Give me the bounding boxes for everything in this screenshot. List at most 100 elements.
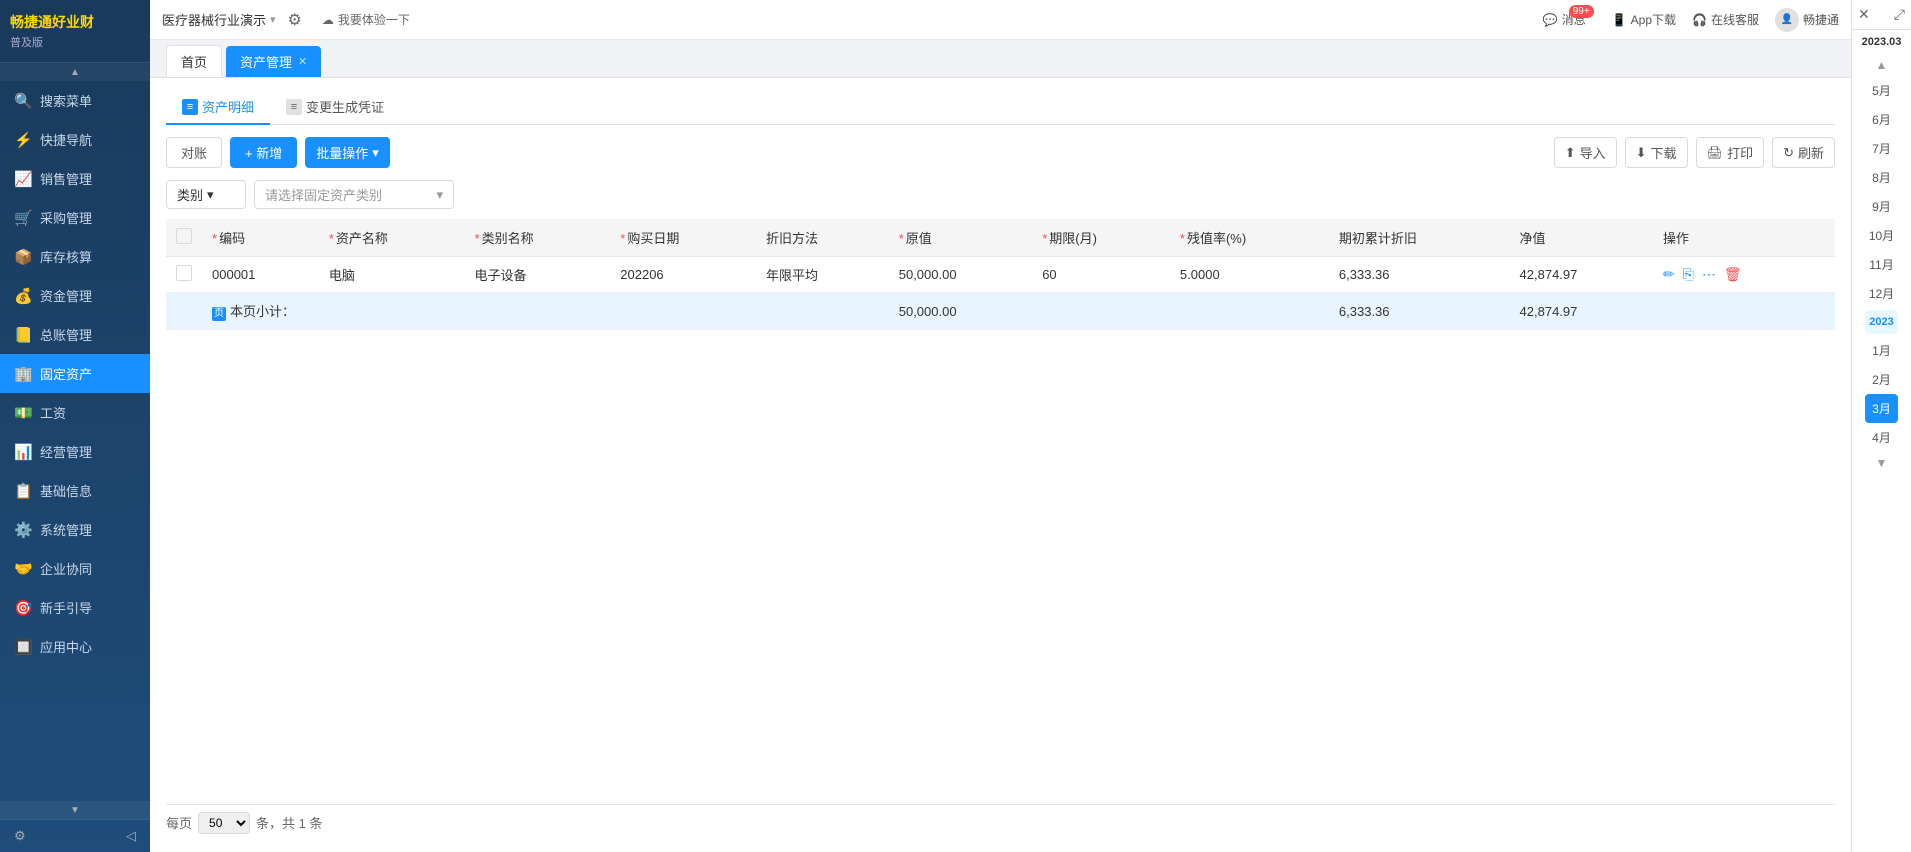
year-label: 2023.03 [1858, 30, 1906, 54]
per-page-select[interactable]: 50 100 200 [198, 812, 250, 834]
settings-icon[interactable]: ⚙ [14, 828, 26, 844]
sidebar-item-ops[interactable]: 📊经营管理 [0, 432, 150, 471]
sidebar-item-salary[interactable]: 💵工资 [0, 393, 150, 432]
subtotal-row: 页本页小计： 50,000.00 6,333.36 42,874.97 [166, 293, 1835, 330]
select-all-checkbox[interactable] [176, 228, 192, 244]
subtotal-actions [1653, 293, 1835, 330]
tab-close-asset-mgmt[interactable]: ✕ [298, 55, 307, 68]
sidebar-item-guide[interactable]: 🎯新手引导 [0, 588, 150, 627]
import-button[interactable]: ⬆ 导入 [1554, 137, 1617, 168]
quick-nav-icon: ⚡ [14, 131, 32, 149]
edit-icon[interactable]: ✏ [1663, 266, 1675, 283]
sidebar-item-search[interactable]: 🔍搜索菜单 [0, 81, 150, 120]
month-item-7月[interactable]: 7月 [1861, 134, 1901, 163]
month-item-12月[interactable]: 12月 [1861, 279, 1901, 308]
month-item-11月[interactable]: 11月 [1861, 250, 1901, 279]
cell-net-value: 42,874.97 [1510, 257, 1653, 293]
sidebar: 畅捷通好业财 普及版 ▲ 🔍搜索菜单⚡快捷导航📈销售管理🛒采购管理📦库存核算💰资… [0, 0, 150, 852]
sidebar-item-inventory[interactable]: 📦库存核算 [0, 237, 150, 276]
sidebar-item-quick-nav[interactable]: ⚡快捷导航 [0, 120, 150, 159]
refresh-icon: ↻ [1783, 145, 1794, 161]
right-panel-expand-icon[interactable]: ⤢ [1894, 6, 1905, 23]
message-button[interactable]: 💬 消息 99+ [1543, 11, 1586, 28]
sidebar-item-purchase[interactable]: 🛒采购管理 [0, 198, 150, 237]
category-filter-label: 类别 [177, 185, 203, 204]
tab-asset-mgmt[interactable]: 资产管理✕ [226, 46, 321, 77]
app-download-button[interactable]: 📱 App下载 [1612, 11, 1676, 28]
th-period: *期限(月) [1032, 219, 1170, 257]
delete-icon[interactable]: 🗑 [1724, 266, 1742, 283]
service-icon: 🎧 [1692, 13, 1707, 27]
refresh-button[interactable]: ↻ 刷新 [1772, 137, 1835, 168]
dl-icon: ⬇ [1636, 145, 1647, 161]
table-body: 000001 电脑 电子设备 202206 年限平均 50,000.00 60 … [166, 257, 1835, 330]
th-checkbox [166, 219, 202, 257]
month-item-1月[interactable]: 1月 [1861, 336, 1901, 365]
month-item-6月[interactable]: 6月 [1861, 105, 1901, 134]
right-panel-header: ✕ ⤢ [1852, 0, 1911, 30]
row-checkbox[interactable] [176, 265, 192, 281]
nav-down-arrow[interactable]: ▼ [1872, 452, 1892, 474]
sidebar-scroll-up[interactable]: ▲ [0, 63, 150, 81]
download-button[interactable]: ⬇ 下载 [1625, 137, 1688, 168]
tab-home[interactable]: 首页 [166, 45, 222, 77]
new-button[interactable]: + 新增 [230, 137, 297, 168]
month-item-8月[interactable]: 8月 [1861, 163, 1901, 192]
sidebar-item-sales[interactable]: 📈销售管理 [0, 159, 150, 198]
category-filter-select[interactable]: 类别 ▾ [166, 180, 246, 209]
copy-icon[interactable]: ⎘ [1683, 266, 1694, 283]
pagination: 每页 50 100 200 条，共 1 条 [166, 804, 1835, 840]
month-item-2月[interactable]: 2月 [1861, 365, 1901, 394]
tab-bar: 首页资产管理✕ [150, 40, 1851, 78]
cell-original-value: 50,000.00 [889, 257, 1032, 293]
sidebar-item-fixed-assets[interactable]: 🏢固定资产 [0, 354, 150, 393]
subtotal-net-value: 42,874.97 [1510, 293, 1653, 330]
experience-cloud-icon: ☁ [322, 13, 334, 27]
main-area: 医疗器械行业演示 ▾ ⚙ ☁ 我要体验一下 💬 消息 99+ 📱 App下载 🎧… [150, 0, 1851, 852]
apps-icon: 🔲 [14, 638, 32, 656]
sidebar-item-ledger[interactable]: 📒总账管理 [0, 315, 150, 354]
month-item-9月[interactable]: 9月 [1861, 192, 1901, 221]
sidebar-item-apps[interactable]: 🔲应用中心 [0, 627, 150, 666]
th-residual-rate: *残值率(%) [1170, 219, 1329, 257]
cell-category: 电子设备 [465, 257, 611, 293]
month-item-5月[interactable]: 5月 [1861, 76, 1901, 105]
filter-input-arrow: ▾ [436, 187, 443, 203]
category-filter-input[interactable]: 请选择固定资产类别 ▾ [254, 180, 454, 209]
import-icon: ⬆ [1565, 145, 1576, 161]
asset-table: *编码 *资产名称 *类别名称 *购买日期 折旧方法 *原值 *期限(月) *残… [166, 219, 1835, 330]
collapse-icon[interactable]: ◁ [126, 828, 136, 844]
month-item-3月[interactable]: 3月 [1865, 394, 1897, 423]
fixed-assets-icon: 🏢 [14, 365, 32, 383]
topbar-experience[interactable]: ☁ 我要体验一下 [322, 11, 410, 28]
company-dropdown-arrow[interactable]: ▾ [270, 13, 276, 26]
user-menu[interactable]: 👤 畅捷通 [1775, 8, 1839, 32]
sub-tab-asset-detail[interactable]: ≡资产明细 [166, 90, 270, 125]
topbar-settings-icon[interactable]: ⚙ [288, 10, 302, 30]
year-2023-label: 2023 [1865, 310, 1897, 334]
logo-title: 畅捷通好业财 [10, 12, 140, 32]
username: 畅捷通 [1803, 11, 1839, 28]
nav-up-arrow[interactable]: ▲ [1872, 54, 1892, 76]
per-page-label: 每页 [166, 813, 192, 832]
sidebar-scroll-down[interactable]: ▼ [0, 801, 150, 819]
sidebar-item-corp[interactable]: 🤝企业协同 [0, 549, 150, 588]
more-icon[interactable]: ⋯ [1702, 266, 1716, 283]
sidebar-item-capital[interactable]: 💰资金管理 [0, 276, 150, 315]
month-item-10月[interactable]: 10月 [1861, 221, 1901, 250]
online-service-button[interactable]: 🎧 在线客服 [1692, 11, 1759, 28]
cell-actions: ✏ ⎘ ⋯ 🗑 [1653, 257, 1835, 293]
sidebar-nav: 🔍搜索菜单⚡快捷导航📈销售管理🛒采购管理📦库存核算💰资金管理📒总账管理🏢固定资产… [0, 81, 150, 801]
change-voucher-icon: ≡ [286, 99, 302, 115]
print-button[interactable]: 🖨 打印 [1696, 137, 1765, 168]
sidebar-item-sys[interactable]: ⚙️系统管理 [0, 510, 150, 549]
right-panel-close-icon[interactable]: ✕ [1858, 6, 1870, 23]
batch-button[interactable]: 批量操作 ▾ [305, 137, 390, 168]
reconcile-button[interactable]: 对账 [166, 137, 222, 168]
sales-icon: 📈 [14, 170, 32, 188]
sidebar-item-basic[interactable]: 📋基础信息 [0, 471, 150, 510]
month-item-4月[interactable]: 4月 [1861, 423, 1901, 452]
inventory-icon: 📦 [14, 248, 32, 266]
sub-tab-change-voucher[interactable]: ≡变更生成凭证 [270, 90, 400, 125]
company-name[interactable]: 医疗器械行业演示 ▾ [162, 10, 276, 29]
